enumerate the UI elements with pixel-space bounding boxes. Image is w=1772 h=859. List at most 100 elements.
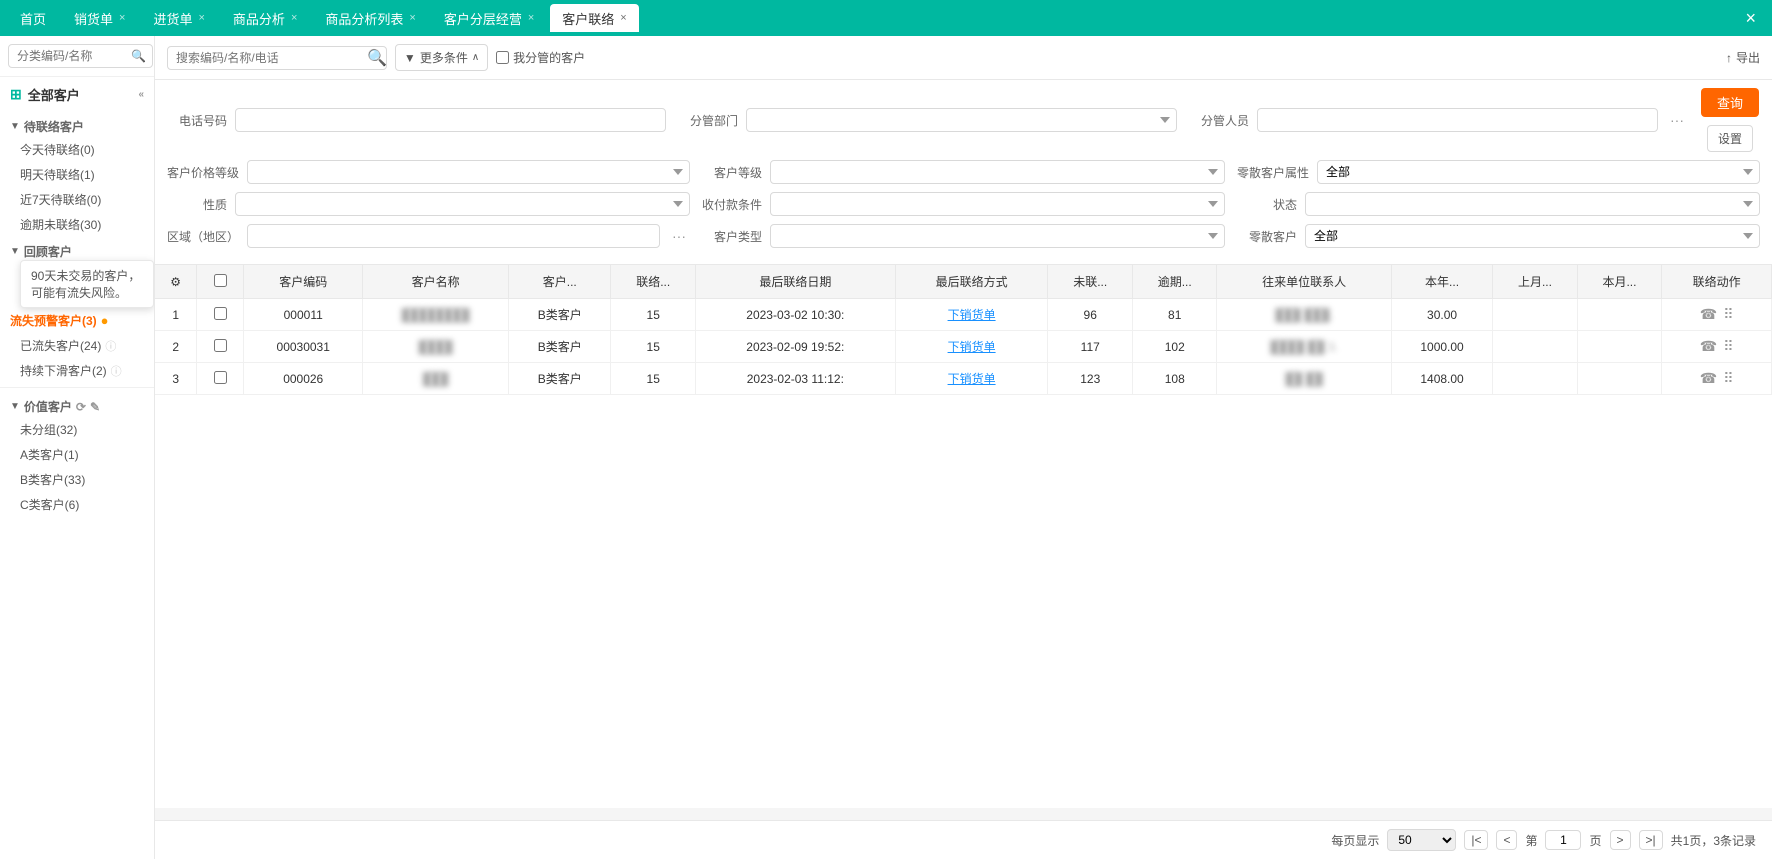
filter-customer-type-select[interactable] — [770, 224, 1225, 248]
row-last-contact-method[interactable]: 下销货单 — [895, 331, 1048, 363]
sidebar-item-overdue-contact[interactable]: 逾期未联络(30) — [0, 212, 154, 237]
filter-search-input[interactable] — [167, 46, 387, 70]
row-checkbox[interactable] — [197, 331, 244, 363]
sidebar-item-week-contact[interactable]: 近7天待联络(0) — [0, 187, 154, 212]
horizontal-scrollbar[interactable] — [155, 808, 1772, 820]
filter-region-label: 区域（地区） — [167, 228, 239, 245]
next-page-btn[interactable]: > — [1610, 830, 1631, 850]
filter-nature: 性质 — [167, 192, 690, 216]
filter-region-input[interactable] — [247, 224, 660, 248]
sidebar-search-icon[interactable]: 🔍 — [131, 49, 146, 63]
row-last-contact-method[interactable]: 下销货单 — [895, 299, 1048, 331]
contact-count-col-header: 联络... — [611, 265, 696, 299]
select-all-checkbox[interactable] — [214, 274, 227, 287]
row-type: B类客户 — [509, 363, 611, 395]
sidebar-item-declining-customers[interactable]: 持续下滑客户(2) ⓘ — [0, 358, 154, 383]
tab-analysis-close[interactable]: × — [291, 12, 297, 24]
row-type: B类客户 — [509, 331, 611, 363]
filter-dept-select[interactable] — [746, 108, 1177, 132]
sidebar-item-churn-warning[interactable]: 流失预警客户(3) ● — [0, 308, 154, 333]
filter-retail-customer: 零散客户 全部 — [1237, 224, 1760, 248]
row-current-month — [1577, 331, 1662, 363]
current-month-col-header: 本月... — [1577, 265, 1662, 299]
sidebar-item-lost-customers[interactable]: 已流失客户(24) ⓘ — [0, 333, 154, 358]
collapse-icon[interactable]: « — [138, 89, 144, 100]
row-select-checkbox[interactable] — [214, 307, 227, 320]
tab-analysis-list-close[interactable]: × — [409, 12, 415, 24]
checkbox-col-header[interactable] — [197, 265, 244, 299]
more-action-icon[interactable]: ⠿ — [1723, 338, 1733, 355]
tab-home[interactable]: 首页 — [8, 4, 58, 32]
sidebar-item-tomorrow-contact[interactable]: 明天待联络(1) — [0, 162, 154, 187]
filter-retail-customer-select[interactable]: 全部 — [1305, 224, 1760, 248]
tab-purchase-close[interactable]: × — [198, 12, 204, 24]
filter-region-more-icon[interactable]: ··· — [668, 228, 690, 244]
sidebar-group-value[interactable]: ▼ 价值客户 ⟳ ✎ — [0, 392, 154, 417]
adv-filter-panel: 电话号码 分管部门 分管人员 ··· 查询 设置 — [155, 80, 1772, 265]
sidebar-all-customers[interactable]: ⊞ 全部客户 « — [0, 77, 154, 112]
my-customers-checkbox[interactable] — [496, 51, 509, 64]
row-current-year: 1408.00 — [1391, 363, 1492, 395]
last-page-btn[interactable]: >| — [1639, 830, 1663, 850]
edit-icon[interactable]: ✎ — [90, 400, 100, 414]
tab-analysis-list[interactable]: 商品分析列表 × — [313, 4, 427, 32]
row-code: 00030031 — [244, 331, 363, 363]
sidebar-item-today-contact[interactable]: 今天待联络(0) — [0, 137, 154, 162]
adv-filter-row-3: 性质 收付款条件 状态 — [167, 192, 1760, 216]
filter-phone-input[interactable] — [235, 108, 666, 132]
page-input[interactable] — [1545, 830, 1581, 850]
first-page-btn[interactable]: |< — [1464, 830, 1488, 850]
row-select-checkbox[interactable] — [214, 371, 227, 384]
sidebar-group-review[interactable]: ▼ 回顾客户 — [0, 237, 154, 262]
more-action-icon[interactable]: ⠿ — [1723, 370, 1733, 387]
more-action-icon[interactable]: ⠿ — [1723, 306, 1733, 323]
filter-customer-type: 客户类型 — [702, 224, 1225, 248]
filter-retail-attr-select[interactable]: 全部 — [1317, 160, 1760, 184]
row-checkbox[interactable] — [197, 363, 244, 395]
filter-price-level-select[interactable] — [247, 160, 690, 184]
sidebar: 🔍 ⊞ 全部客户 « ▼ 待联络客户 今天待联络(0) 明天待联络(1) 近7天… — [0, 36, 155, 859]
window-close-icon[interactable]: × — [1737, 4, 1764, 33]
table-row: 2 00030031 ████ B类客户 15 2023-02-09 19:52… — [155, 331, 1772, 363]
filter-search-btn[interactable]: 🔍 — [367, 48, 387, 68]
tab-purchase[interactable]: 进货单 × — [141, 4, 216, 32]
prev-page-btn[interactable]: < — [1496, 830, 1517, 850]
row-last-contact-method[interactable]: 下销货单 — [895, 363, 1048, 395]
contact-action-icon[interactable]: ☎ — [1700, 306, 1717, 323]
filter-nature-select[interactable] — [235, 192, 690, 216]
tab-customer-contact-close[interactable]: × — [620, 12, 626, 24]
sidebar-item-ungroups[interactable]: 未分组(32) — [0, 417, 154, 442]
sidebar-item-class-a[interactable]: A类客户(1) — [0, 442, 154, 467]
tab-customer-contact[interactable]: 客户联络 × — [550, 4, 638, 32]
tab-sales[interactable]: 销货单 × — [62, 4, 137, 32]
customer-table: ⚙ 客户编码 客户名称 客户... 联络... 最后联络日期 最后联络方式 未联… — [155, 265, 1772, 395]
total-label: 共1页，3条记录 — [1671, 832, 1756, 849]
tab-sales-close[interactable]: × — [119, 12, 125, 24]
export-btn[interactable]: ↑ 导出 — [1726, 49, 1760, 66]
row-select-checkbox[interactable] — [214, 339, 227, 352]
contact-action-icon[interactable]: ☎ — [1700, 338, 1717, 355]
filter-payment-select[interactable] — [770, 192, 1225, 216]
sidebar-item-class-b[interactable]: B类客户(33) — [0, 467, 154, 492]
query-btn[interactable]: 查询 — [1701, 88, 1759, 117]
tab-analysis[interactable]: 商品分析 × — [221, 4, 309, 32]
row-no: 2 — [155, 331, 197, 363]
settings-col-header[interactable]: ⚙ — [155, 265, 197, 299]
contact-action-icon[interactable]: ☎ — [1700, 370, 1717, 387]
sidebar-group-pending[interactable]: ▼ 待联络客户 — [0, 112, 154, 137]
refresh-icon[interactable]: ⟳ — [76, 400, 86, 414]
filter-payment: 收付款条件 — [702, 192, 1225, 216]
filter-person-more-icon[interactable]: ··· — [1666, 112, 1688, 128]
tab-customer-tier[interactable]: 客户分层经营 × — [432, 4, 546, 32]
row-checkbox[interactable] — [197, 299, 244, 331]
more-conditions-btn[interactable]: ▼ 更多条件 ∧ — [395, 44, 488, 71]
filter-status-select[interactable] — [1305, 192, 1760, 216]
settings-btn[interactable]: 设置 — [1707, 125, 1753, 152]
filter-customer-level-select[interactable] — [770, 160, 1225, 184]
per-page-select[interactable]: 50 20 100 — [1387, 829, 1456, 851]
filter-person-input[interactable] — [1257, 108, 1658, 132]
row-contact-person: ████ ██ 3. — [1217, 331, 1391, 363]
sidebar-item-class-c[interactable]: C类客户(6) — [0, 492, 154, 517]
tab-customer-tier-close[interactable]: × — [528, 12, 534, 24]
filter-region: 区域（地区） ··· — [167, 224, 690, 248]
